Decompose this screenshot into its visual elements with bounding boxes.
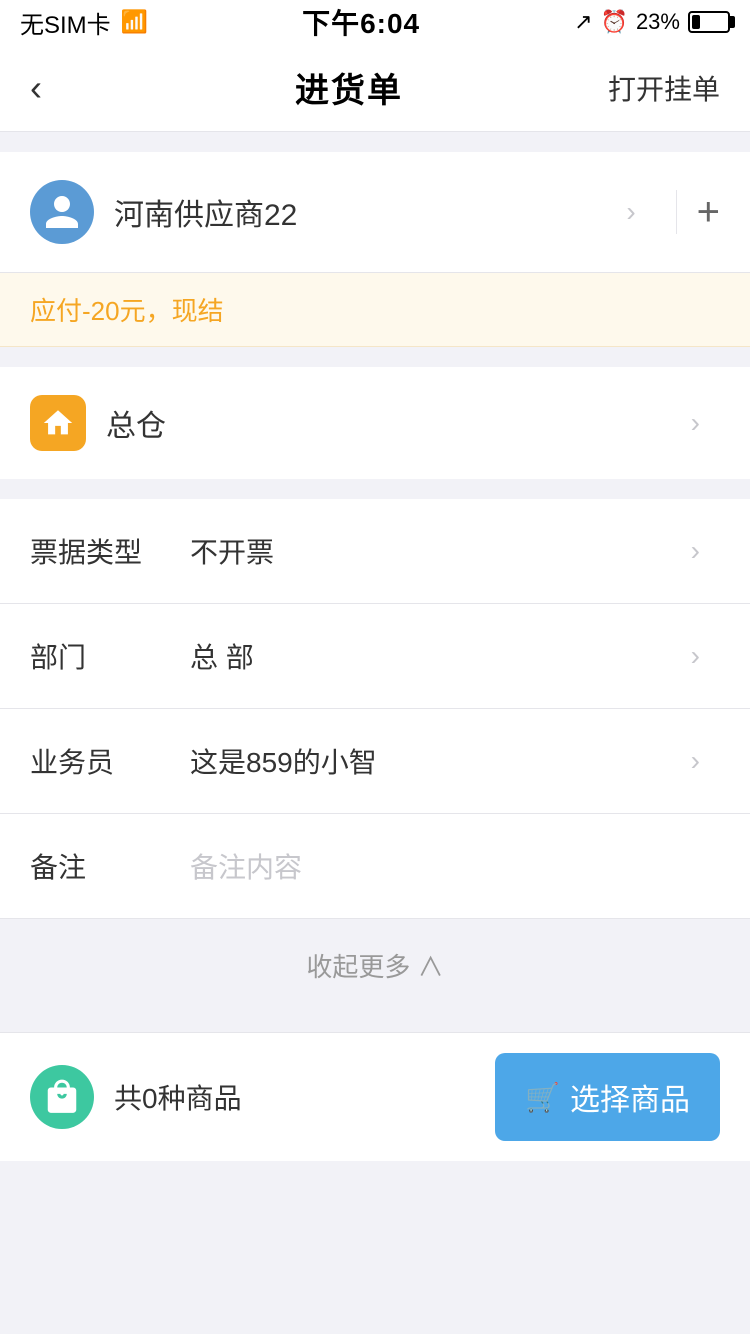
shopping-bag-icon: [43, 1078, 81, 1116]
invoice-chevron-icon: ›: [691, 535, 700, 567]
battery-icon: [688, 11, 730, 33]
battery-fill: [692, 15, 700, 29]
collapse-button[interactable]: 收起更多 ∧: [0, 919, 750, 1012]
supplier-divider: [676, 190, 677, 234]
department-label: 部门: [30, 636, 170, 676]
open-pending-button[interactable]: 打开挂单: [608, 68, 720, 108]
product-count-label: 共0种商品: [114, 1077, 495, 1117]
section-gap-4: [0, 1012, 750, 1032]
salesperson-label: 业务员: [30, 741, 170, 781]
section-gap-1: [0, 132, 750, 152]
select-btn-label: 选择商品: [570, 1075, 690, 1119]
warehouse-name: 总仓: [106, 401, 691, 445]
house-icon: [41, 406, 75, 440]
time-label: 下午6:04: [302, 2, 420, 42]
collapse-label: 收起更多 ∧: [306, 952, 443, 982]
carrier-label: 无SIM卡: [20, 5, 111, 40]
nav-bar: ‹ 进货单 打开挂单: [0, 44, 750, 132]
warehouse-row[interactable]: 总仓 ›: [0, 367, 750, 479]
remark-label: 备注: [30, 846, 170, 886]
invoice-label: 票据类型: [30, 531, 170, 571]
remark-input[interactable]: 备注内容: [190, 846, 720, 886]
status-right: ↗ ⏰ 23%: [574, 9, 730, 35]
salesperson-chevron-icon: ›: [691, 745, 700, 777]
salesperson-value: 这是859的小智: [190, 741, 691, 781]
alarm-icon: ⏰: [601, 9, 628, 35]
product-icon: [30, 1065, 94, 1129]
notice-text: 应付-20元，现结: [30, 296, 224, 326]
battery-percent: 23%: [636, 9, 680, 35]
add-supplier-button[interactable]: +: [697, 190, 720, 235]
select-product-button[interactable]: 🛒 选择商品: [495, 1053, 720, 1141]
supplier-chevron-icon: ›: [626, 196, 635, 228]
notice-bar: 应付-20元，现结: [0, 273, 750, 347]
invoice-value: 不开票: [190, 531, 691, 571]
remark-row[interactable]: 备注 备注内容: [0, 814, 750, 919]
section-gap-3: [0, 479, 750, 499]
section-gap-2: [0, 347, 750, 367]
select-btn-icon: 🛒: [525, 1081, 560, 1114]
supplier-avatar: [30, 180, 94, 244]
department-row[interactable]: 部门 总 部 ›: [0, 604, 750, 709]
status-bar: 无SIM卡 📶 下午6:04 ↗ ⏰ 23%: [0, 0, 750, 44]
page-title: 进货单: [295, 63, 403, 112]
invoice-row[interactable]: 票据类型 不开票 ›: [0, 499, 750, 604]
location-icon: ↗: [574, 9, 592, 35]
warehouse-section[interactable]: 总仓 ›: [0, 367, 750, 479]
status-left: 无SIM卡 📶: [20, 5, 148, 40]
supplier-row[interactable]: 河南供应商22 › +: [0, 152, 750, 273]
wifi-icon: 📶: [121, 9, 148, 35]
warehouse-icon: [30, 395, 86, 451]
department-chevron-icon: ›: [691, 640, 700, 672]
bottom-bar: 共0种商品 🛒 选择商品: [0, 1032, 750, 1161]
salesperson-row[interactable]: 业务员 这是859的小智 ›: [0, 709, 750, 814]
person-icon: [42, 192, 82, 232]
supplier-section: 河南供应商22 › + 应付-20元，现结: [0, 152, 750, 347]
back-button[interactable]: ‹: [30, 67, 90, 109]
department-value: 总 部: [190, 636, 691, 676]
warehouse-chevron-icon: ›: [691, 407, 700, 439]
supplier-name: 河南供应商22: [114, 190, 626, 234]
form-section: 票据类型 不开票 › 部门 总 部 › 业务员 这是859的小智 › 备注 备注…: [0, 499, 750, 919]
